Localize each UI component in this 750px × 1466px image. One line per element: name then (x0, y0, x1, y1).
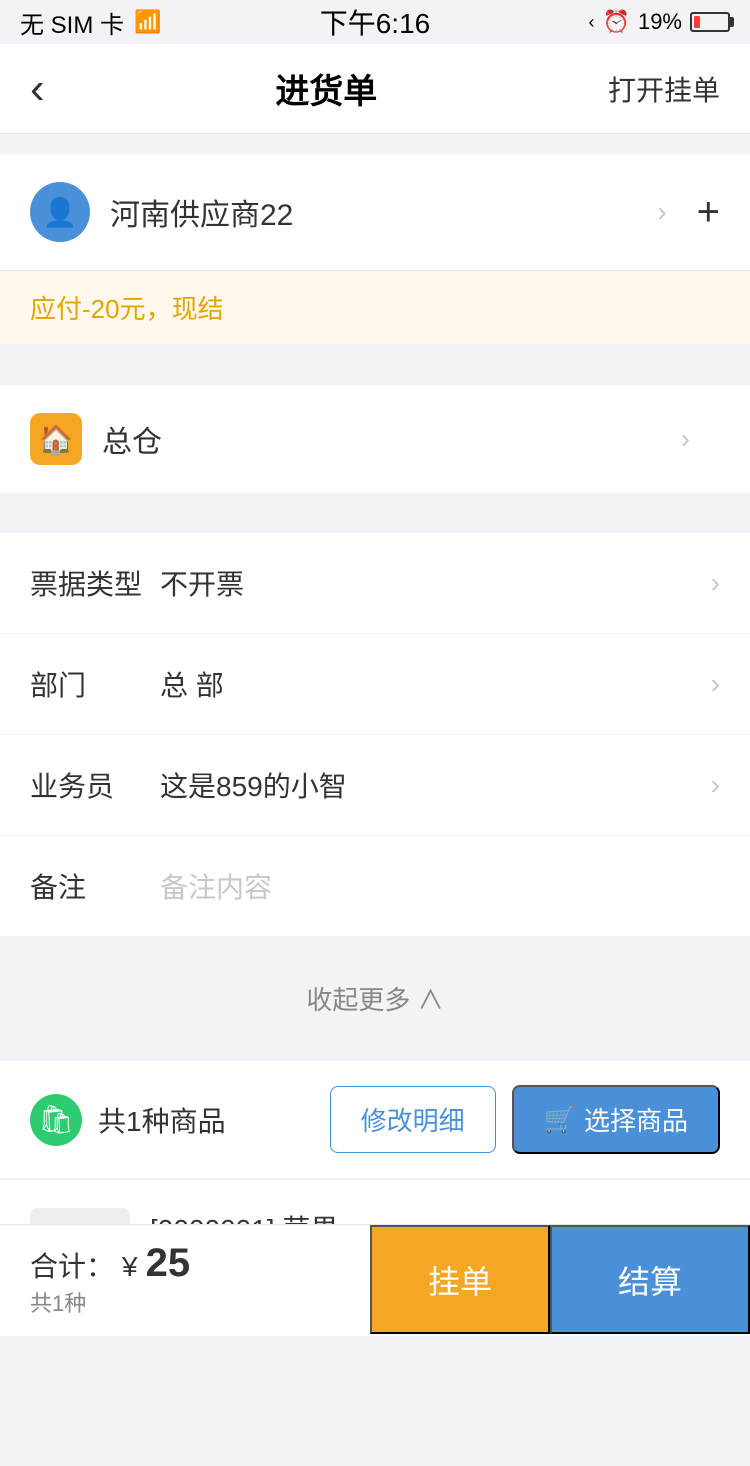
status-time: 下午6:16 (320, 2, 431, 42)
modify-detail-button[interactable]: 修改明细 (330, 1086, 496, 1153)
dept-chevron-icon: › (711, 668, 720, 700)
bottom-spacer (0, 1336, 750, 1466)
ticket-type-row[interactable]: 票据类型 不开票 › (0, 533, 750, 634)
bottom-bar: 合计： ¥ 25 共1种 挂单 结算 (0, 1224, 750, 1334)
battery-icon (690, 12, 730, 32)
alarm-icon: ⏰ (603, 9, 630, 35)
total-label: 合计： (30, 1245, 114, 1285)
salesman-row[interactable]: 业务员 这是859的小智 › (0, 735, 750, 836)
dept-row[interactable]: 部门 总 部 › (0, 634, 750, 735)
supplier-notice: 应付-20元，现结 (0, 271, 750, 344)
dept-value: 总 部 (160, 664, 701, 704)
divider-4 (0, 1041, 750, 1061)
form-section: 票据类型 不开票 › 部门 总 部 › 业务员 这是859的小智 › 备注 备注… (0, 533, 750, 936)
warehouse-section: 🏠 总仓 › (0, 384, 750, 493)
ticket-chevron-icon: › (711, 567, 720, 599)
bag-icon: 🛍 (38, 1103, 74, 1136)
total-count: 共1种 (30, 1286, 340, 1318)
warehouse-row[interactable]: 🏠 总仓 › (0, 384, 750, 493)
salesman-label: 业务员 (30, 765, 160, 805)
divider-1 (0, 134, 750, 154)
add-supplier-button[interactable]: + (697, 190, 720, 235)
total-amount: 25 (146, 1241, 191, 1286)
back-button[interactable]: ‹ (30, 64, 45, 114)
status-left: 无 SIM 卡 📶 (20, 5, 161, 40)
person-icon: 👤 (43, 196, 78, 229)
supplier-name: 河南供应商22 (110, 190, 657, 234)
battery-label: 19% (638, 9, 682, 35)
page-title: 进货单 (275, 64, 377, 113)
total-symbol: ¥ (122, 1251, 138, 1283)
product-count-label: 共1种商品 (98, 1100, 330, 1140)
wifi-icon: 📶 (134, 9, 161, 35)
hang-order-button[interactable]: 挂单 (370, 1225, 550, 1334)
divider-3 (0, 513, 750, 533)
remark-input[interactable]: 备注内容 (160, 866, 720, 906)
product-header: 🛍 共1种商品 修改明细 🛒 选择商品 (0, 1061, 750, 1179)
remark-row[interactable]: 备注 备注内容 (0, 836, 750, 936)
select-product-button[interactable]: 🛒 选择商品 (512, 1085, 720, 1154)
warehouse-chevron-icon: › (681, 423, 690, 455)
ticket-type-value: 不开票 (160, 563, 701, 603)
warehouse-name: 总仓 (102, 417, 681, 461)
ticket-type-label: 票据类型 (30, 563, 160, 603)
status-right: ‹ ⏰ 19% (589, 9, 730, 35)
status-bar: 无 SIM 卡 📶 下午6:16 ‹ ⏰ 19% (0, 0, 750, 44)
carrier-label: 无 SIM 卡 (20, 5, 124, 40)
total-section: 合计： ¥ 25 共1种 (0, 1225, 370, 1334)
settle-button[interactable]: 结算 (550, 1225, 750, 1334)
warehouse-icon: 🏠 (30, 413, 82, 465)
cart-icon: 🛒 (544, 1104, 576, 1135)
supplier-chevron-icon: › (657, 196, 666, 228)
dept-label: 部门 (30, 664, 160, 704)
nav-bar: ‹ 进货单 打开挂单 (0, 44, 750, 134)
supplier-row[interactable]: 👤 河南供应商22 › + (0, 154, 750, 271)
supplier-avatar: 👤 (30, 182, 90, 242)
divider-2 (0, 364, 750, 384)
supplier-section: 👤 河南供应商22 › + 应付-20元，现结 (0, 154, 750, 344)
collapse-button[interactable]: 收起更多 ∧ (0, 956, 750, 1041)
salesman-value: 这是859的小智 (160, 765, 701, 805)
remark-label: 备注 (30, 866, 160, 906)
total-line: 合计： ¥ 25 (30, 1241, 340, 1286)
location-icon: ‹ (589, 12, 595, 33)
open-hang-button[interactable]: 打开挂单 (608, 69, 720, 109)
product-header-icon: 🛍 (30, 1094, 82, 1146)
salesman-chevron-icon: › (711, 769, 720, 801)
